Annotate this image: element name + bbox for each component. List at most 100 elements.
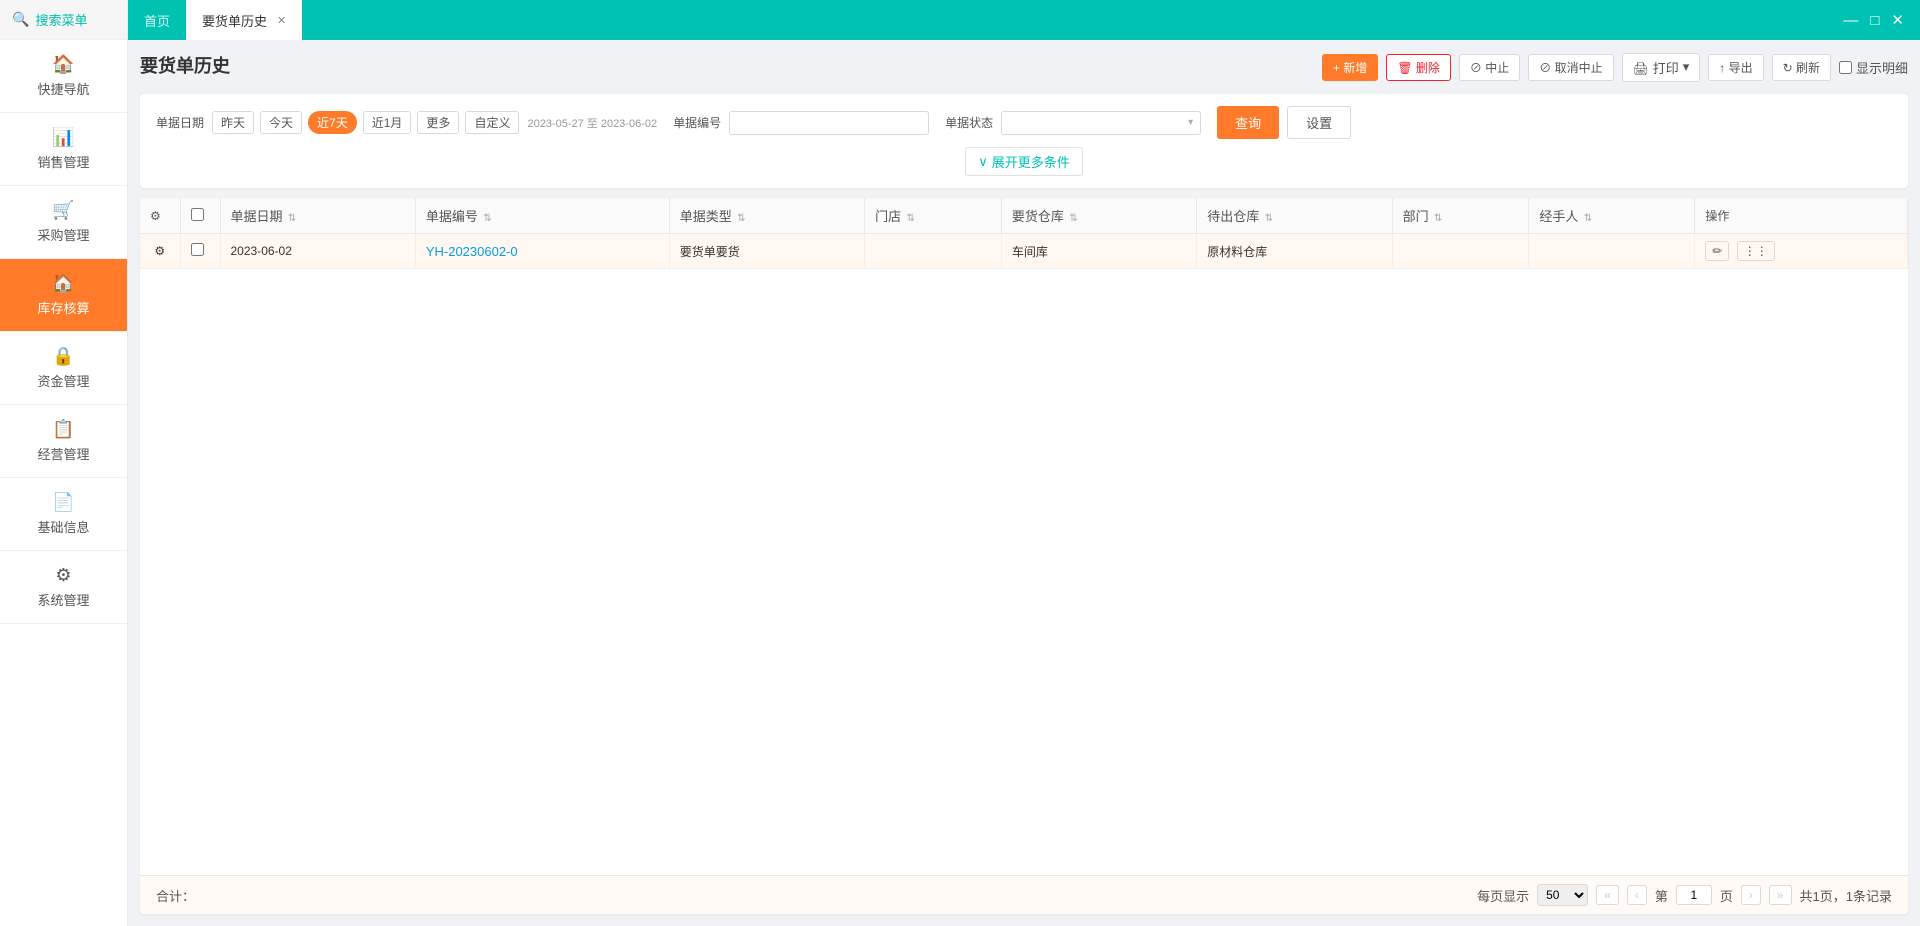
sort-icon: ⇅ (1584, 213, 1592, 224)
delete-button[interactable]: 🗑 删除 (1386, 54, 1451, 81)
sort-icon: ⇅ (1265, 213, 1273, 224)
total-info: 共1页，1条记录 (1800, 886, 1892, 905)
date-range-text: 2023-05-27 至 2023-06-02 (527, 115, 657, 131)
date-btn-custom[interactable]: 自定义 (465, 111, 519, 134)
refresh-button[interactable]: ↻ 刷新 (1772, 54, 1831, 81)
cart-icon: 🛒 (52, 200, 74, 221)
row-req-warehouse: 车间库 (1001, 234, 1196, 269)
print-button[interactable]: 🖨 打印 ▾ (1622, 53, 1701, 82)
th-no: 单据编号 ⇅ (415, 198, 669, 234)
sort-icon: ⇅ (288, 213, 296, 224)
row-more-button[interactable]: ⋮⋮ (1737, 241, 1775, 261)
row-gear-cell[interactable]: ⚙ (140, 234, 180, 269)
th-req-warehouse: 要货仓库 ⇅ (1001, 198, 1196, 234)
minimize-icon[interactable]: — (1843, 12, 1858, 29)
header-area: 要货单历史 + 新增 🗑 删除 ⊘ 中止 ⊘ 取消中止 🖨 打印 ▾ ↑ 导出 … (140, 52, 1908, 82)
topbar-right: — □ ✕ (1843, 11, 1920, 29)
cancel-stop-button[interactable]: ⊘ 取消中止 (1528, 54, 1613, 81)
row-no-link[interactable]: YH-20230602-0 (426, 244, 518, 259)
expand-row: ∨ 展开更多条件 (156, 147, 1892, 176)
sidebar-item-label: 搜索菜单 (35, 10, 87, 29)
stop-button[interactable]: ⊘ 中止 (1459, 54, 1520, 81)
row-checkbox[interactable] (191, 243, 204, 256)
tab-label: 首页 (144, 11, 170, 30)
status-select[interactable] (1001, 111, 1201, 135)
date-btn-today[interactable]: 今天 (260, 111, 302, 134)
sidebar-item-purchase[interactable]: 🛒 采购管理 (0, 186, 127, 259)
table-footer: 合计： 每页显示 10 20 50 100 « ‹ 第 页 › » (140, 875, 1908, 914)
tab-home[interactable]: 首页 (128, 0, 186, 40)
row-date: 2023-06-02 (220, 234, 415, 269)
export-button[interactable]: ↑ 导出 (1708, 54, 1763, 81)
query-button[interactable]: 查询 (1217, 106, 1279, 139)
close-icon[interactable]: ✕ (1891, 11, 1904, 29)
sidebar-item-label: 基础信息 (37, 517, 89, 536)
order-no-label: 单据编号 (673, 114, 721, 131)
expand-more-button[interactable]: ∨ 展开更多条件 (965, 147, 1083, 176)
next-page-button[interactable]: › (1741, 885, 1761, 905)
sidebar-item-base[interactable]: 📄 基础信息 (0, 478, 127, 551)
sidebar-item-system[interactable]: ⚙ 系统管理 (0, 551, 127, 624)
th-checkbox[interactable] (180, 198, 220, 234)
status-filter-group: 单据状态 (945, 111, 1201, 135)
filter-settings-button[interactable]: 设置 (1287, 106, 1351, 139)
new-button[interactable]: + 新增 (1322, 54, 1378, 81)
sidebar-item-operations[interactable]: 📋 经营管理 (0, 405, 127, 478)
sidebar: 🔍 搜索菜单 🏠 快捷导航 📊 销售管理 🛒 采购管理 🏠 库存核算 🔒 资金管… (0, 0, 128, 926)
data-table: ⚙ 单据日期 ⇅ 单据编号 ⇅ 单据类型 ⇅ (140, 198, 1908, 269)
date-filter-group: 单据日期 昨天 今天 近7天 近1月 更多 自定义 2023-05-27 至 2… (156, 111, 657, 134)
date-btn-more[interactable]: 更多 (417, 111, 459, 134)
th-settings[interactable]: ⚙ (140, 198, 180, 234)
table-empty-space (140, 269, 1908, 875)
page-input[interactable] (1676, 885, 1712, 905)
row-pending-warehouse: 原材料仓库 (1197, 234, 1392, 269)
search-icon: 🔍 (12, 11, 29, 28)
sidebar-item-shortcut[interactable]: 🏠 快捷导航 (0, 40, 127, 113)
sidebar-item-sales[interactable]: 📊 销售管理 (0, 113, 127, 186)
sort-icon: ⇅ (1434, 213, 1442, 224)
sidebar-item-inventory[interactable]: 🏠 库存核算 (0, 259, 127, 332)
sidebar-item-label: 快捷导航 (37, 79, 89, 98)
th-handler: 经手人 ⇅ (1529, 198, 1695, 234)
date-btn-last-month[interactable]: 近1月 (363, 111, 412, 134)
date-btn-yesterday[interactable]: 昨天 (212, 111, 254, 134)
sort-icon: ⇅ (737, 213, 745, 224)
row-no: YH-20230602-0 (415, 234, 669, 269)
pagination: 每页显示 10 20 50 100 « ‹ 第 页 › » 共1页，1条记录 (1477, 884, 1892, 906)
row-action-cell: ✏ ⋮⋮ (1695, 234, 1908, 269)
date-filter-label: 单据日期 (156, 114, 204, 131)
main-area: 首页 要货单历史 ✕ — □ ✕ 要货单历史 + 新增 🗑 删除 ⊘ 中止 ⊘ … (128, 0, 1920, 926)
select-all-checkbox[interactable] (191, 208, 204, 221)
th-date: 单据日期 ⇅ (220, 198, 415, 234)
sidebar-item-label: 系统管理 (37, 590, 89, 609)
filter-area: 单据日期 昨天 今天 近7天 近1月 更多 自定义 2023-05-27 至 2… (140, 94, 1908, 188)
sidebar-item-finance[interactable]: 🔒 资金管理 (0, 332, 127, 405)
content-area: 要货单历史 + 新增 🗑 删除 ⊘ 中止 ⊘ 取消中止 🖨 打印 ▾ ↑ 导出 … (128, 40, 1920, 926)
order-no-input[interactable] (729, 111, 929, 135)
sidebar-item-label: 资金管理 (37, 371, 89, 390)
tab-history[interactable]: 要货单历史 ✕ (186, 0, 302, 40)
table-header: ⚙ 单据日期 ⇅ 单据编号 ⇅ 单据类型 ⇅ (140, 198, 1908, 234)
date-btn-last7days[interactable]: 近7天 (308, 111, 357, 134)
sidebar-item-search[interactable]: 🔍 搜索菜单 (0, 0, 127, 40)
order-no-filter-group: 单据编号 (673, 111, 929, 135)
th-type: 单据类型 ⇅ (669, 198, 864, 234)
display-detail-toggle[interactable]: 显示明细 (1839, 58, 1908, 77)
clipboard-icon: 📋 (52, 419, 74, 440)
display-detail-checkbox[interactable] (1839, 61, 1852, 74)
row-store (865, 234, 1002, 269)
chevron-down-icon: ▾ (1683, 59, 1690, 75)
first-page-button[interactable]: « (1596, 885, 1619, 905)
row-checkbox-cell[interactable] (180, 234, 220, 269)
topbar: 首页 要货单历史 ✕ — □ ✕ (128, 0, 1920, 40)
total-label: 合计： (156, 886, 195, 905)
per-page-select[interactable]: 10 20 50 100 (1537, 884, 1588, 906)
maximize-icon[interactable]: □ (1870, 12, 1879, 29)
row-edit-button[interactable]: ✏ (1705, 241, 1729, 261)
th-store: 门店 ⇅ (865, 198, 1002, 234)
prev-page-button[interactable]: ‹ (1627, 885, 1647, 905)
chevron-down-icon: ∨ (978, 154, 988, 170)
th-pending-warehouse: 待出仓库 ⇅ (1197, 198, 1392, 234)
last-page-button[interactable]: » (1769, 885, 1792, 905)
tab-close-icon[interactable]: ✕ (277, 14, 286, 27)
